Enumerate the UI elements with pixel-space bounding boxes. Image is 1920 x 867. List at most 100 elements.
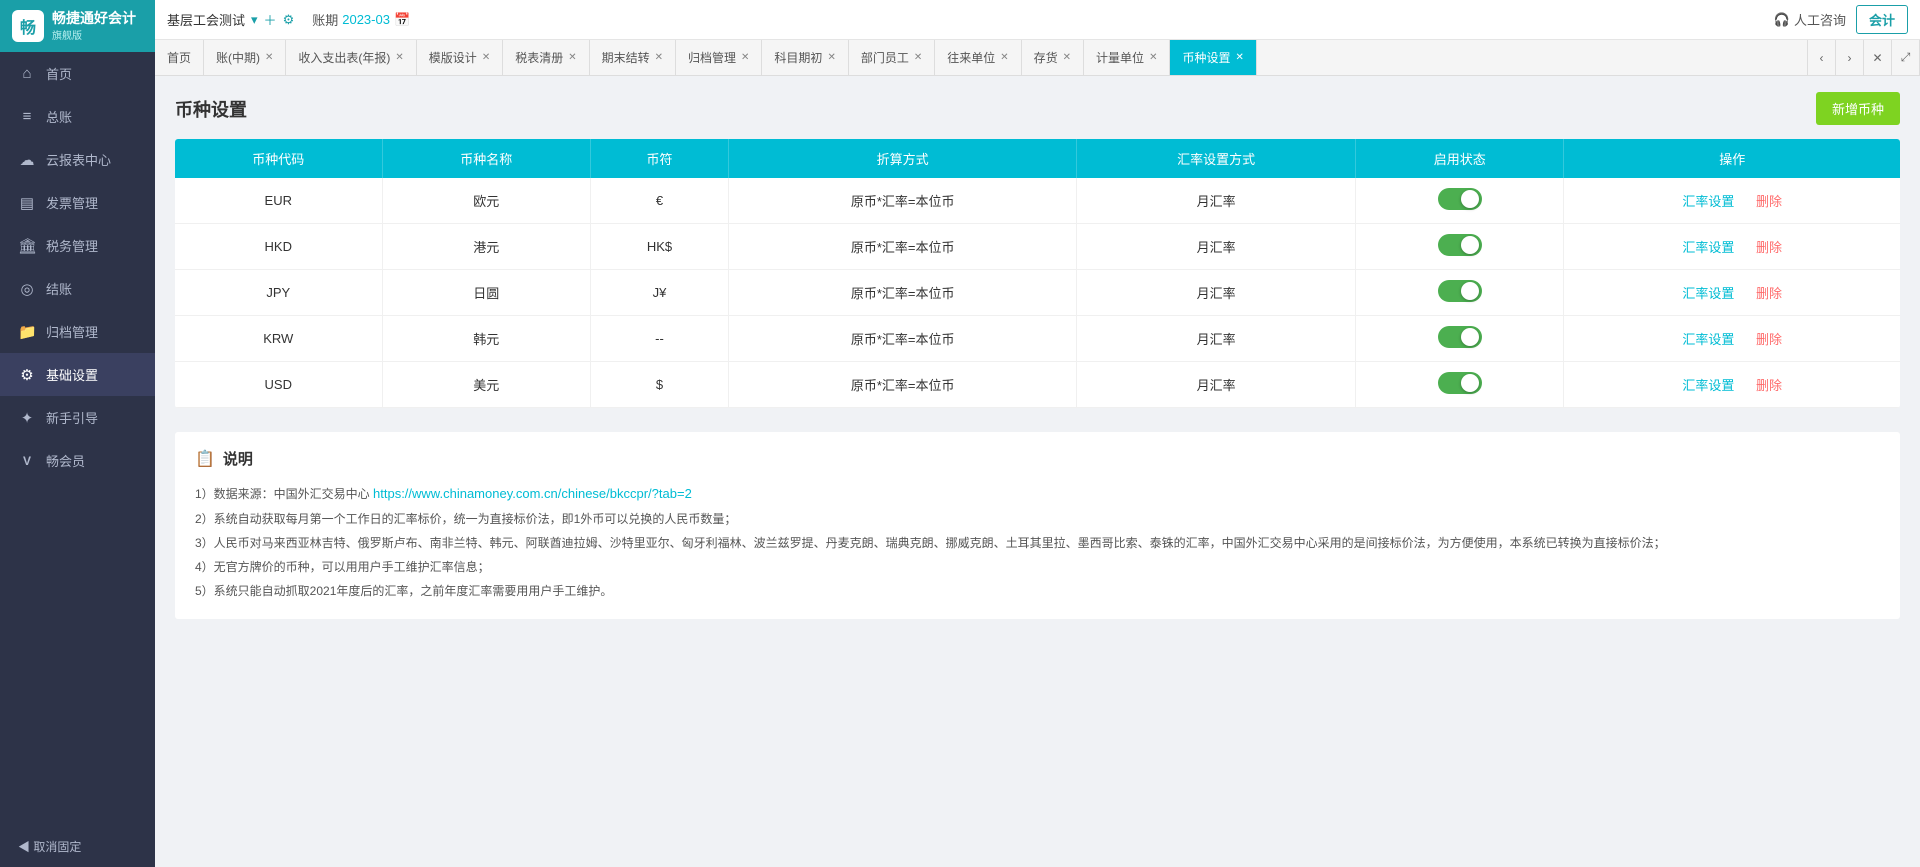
- rate-setting-btn-1[interactable]: 汇率设置: [1682, 240, 1734, 255]
- settings-icon[interactable]: ⚙: [283, 12, 295, 28]
- sidebar-item-archive[interactable]: 📁 归档管理: [0, 310, 155, 353]
- rate-setting-btn-4[interactable]: 汇率设置: [1682, 378, 1734, 393]
- toggle-0[interactable]: [1438, 188, 1482, 210]
- rate-setting-btn-2[interactable]: 汇率设置: [1682, 286, 1734, 301]
- tab-prev-btn[interactable]: ‹: [1808, 40, 1836, 76]
- tab-template-label: 模版设计: [429, 49, 477, 66]
- account-btn[interactable]: 会计: [1856, 5, 1908, 34]
- tab-archive-close[interactable]: ✕: [741, 52, 749, 63]
- tab-next-btn[interactable]: ›: [1836, 40, 1864, 76]
- sidebar-item-settle[interactable]: ◎ 结账: [0, 267, 155, 310]
- delete-btn-0[interactable]: 删除: [1756, 194, 1782, 209]
- tab-expand-btn[interactable]: ⤢: [1892, 40, 1920, 76]
- tab-unit[interactable]: 计量单位 ✕: [1084, 40, 1170, 76]
- tab-period-end-close[interactable]: ✕: [655, 52, 663, 63]
- page-title: 币种设置: [175, 96, 247, 122]
- dropdown-icon[interactable]: ▾: [251, 12, 258, 28]
- sidebar-item-home[interactable]: ⌂ 首页: [0, 52, 155, 95]
- tabbar-nav: ‹ › ✕ ⤢: [1807, 40, 1920, 76]
- cell-name-0: 欧元: [382, 178, 590, 224]
- tab-home[interactable]: 首页: [155, 40, 204, 76]
- tab-inventory[interactable]: 存货 ✕: [1022, 40, 1084, 76]
- rate-setting-btn-0[interactable]: 汇率设置: [1682, 194, 1734, 209]
- sidebar-item-guide[interactable]: ✦ 新手引导: [0, 396, 155, 439]
- add-icon[interactable]: ＋: [264, 10, 277, 29]
- tab-close-all-btn[interactable]: ✕: [1864, 40, 1892, 76]
- cell-toggle-3[interactable]: [1356, 316, 1564, 362]
- table-row: KRW 韩元 -- 原币*汇率=本位币 月汇率 汇率设置 删除: [175, 316, 1900, 362]
- new-currency-btn[interactable]: 新增币种: [1816, 92, 1900, 125]
- calendar-icon[interactable]: 📅: [394, 12, 410, 28]
- tab-annual-report[interactable]: 收入支出表(年报) ✕: [286, 40, 416, 76]
- tab-contacts-close[interactable]: ✕: [1000, 52, 1008, 63]
- tab-inventory-close[interactable]: ✕: [1063, 52, 1071, 63]
- delete-btn-4[interactable]: 删除: [1756, 378, 1782, 393]
- toggle-track-4[interactable]: [1438, 372, 1482, 394]
- toggle-2[interactable]: [1438, 280, 1482, 302]
- period-label: 账期: [312, 10, 338, 29]
- tab-period-end[interactable]: 期末结转 ✕: [590, 40, 676, 76]
- toggle-track-2[interactable]: [1438, 280, 1482, 302]
- service-label: 人工咨询: [1794, 10, 1846, 29]
- delete-btn-1[interactable]: 删除: [1756, 240, 1782, 255]
- table-row: HKD 港元 HK$ 原币*汇率=本位币 月汇率 汇率设置 删除: [175, 224, 1900, 270]
- tabbar: 首页 账(中期) ✕ 收入支出表(年报) ✕ 模版设计 ✕ 税表清册 ✕ 期末结…: [155, 40, 1920, 76]
- delete-btn-2[interactable]: 删除: [1756, 286, 1782, 301]
- cell-symbol-4: $: [590, 362, 728, 408]
- tab-template[interactable]: 模版设计 ✕: [417, 40, 503, 76]
- cell-code-3: KRW: [175, 316, 382, 362]
- cell-toggle-2[interactable]: [1356, 270, 1564, 316]
- tab-mid-period-close[interactable]: ✕: [265, 52, 273, 63]
- tab-inventory-label: 存货: [1034, 49, 1058, 66]
- toggle-4[interactable]: [1438, 372, 1482, 394]
- tab-department[interactable]: 部门员工 ✕: [849, 40, 935, 76]
- sidebar-item-tax[interactable]: 🏛 税务管理: [0, 224, 155, 267]
- cell-toggle-0[interactable]: [1356, 178, 1564, 224]
- cell-actions-2: 汇率设置 删除: [1564, 270, 1900, 316]
- invoice-icon: ▤: [18, 194, 36, 212]
- tab-unit-close[interactable]: ✕: [1149, 52, 1157, 63]
- notes-list: 1）数据来源：中国外汇交易中心 https://www.chinamoney.c…: [195, 481, 1880, 603]
- notes-section: 📋 说明 1）数据来源：中国外汇交易中心 https://www.chinamo…: [175, 432, 1900, 619]
- sidebar-item-invoice[interactable]: ▤ 发票管理: [0, 181, 155, 224]
- sidebar-pin-toggle[interactable]: ◀ 取消固定: [0, 826, 155, 867]
- notes-icon: 📋: [195, 449, 215, 469]
- cell-toggle-4[interactable]: [1356, 362, 1564, 408]
- vip-icon: V: [18, 454, 36, 468]
- sidebar-item-reports[interactable]: ☁ 云报表中心: [0, 138, 155, 181]
- tab-annual-report-close[interactable]: ✕: [395, 52, 403, 63]
- rate-setting-btn-3[interactable]: 汇率设置: [1682, 332, 1734, 347]
- tab-archive[interactable]: 归档管理 ✕: [676, 40, 762, 76]
- sidebar-label-settle: 结账: [46, 279, 72, 298]
- toggle-track-1[interactable]: [1438, 234, 1482, 256]
- tab-currency-close[interactable]: ✕: [1235, 52, 1243, 63]
- tab-template-close[interactable]: ✕: [482, 52, 490, 63]
- cell-calc-2: 原币*汇率=本位币: [729, 270, 1077, 316]
- sidebar-item-basic[interactable]: ⚙ 基础设置: [0, 353, 155, 396]
- col-symbol: 币符: [590, 139, 728, 178]
- toggle-1[interactable]: [1438, 234, 1482, 256]
- tab-subject-init[interactable]: 科目期初 ✕: [762, 40, 848, 76]
- chinamoney-link[interactable]: https://www.chinamoney.com.cn/chinese/bk…: [373, 486, 692, 501]
- toggle-3[interactable]: [1438, 326, 1482, 348]
- note-item-1: 2）系统自动获取每月第一个工作日的汇率标价，统一为直接标价法，即1外币可以兑换的…: [195, 507, 1880, 531]
- cell-toggle-1[interactable]: [1356, 224, 1564, 270]
- sidebar-item-vip[interactable]: V 畅会员: [0, 439, 155, 482]
- tab-subject-init-close[interactable]: ✕: [827, 52, 835, 63]
- tab-mid-period[interactable]: 账(中期) ✕: [204, 40, 286, 76]
- delete-btn-3[interactable]: 删除: [1756, 332, 1782, 347]
- cell-actions-3: 汇率设置 删除: [1564, 316, 1900, 362]
- app-name-block: 畅捷通好会计 旗舰版: [52, 10, 136, 42]
- toggle-track-0[interactable]: [1438, 188, 1482, 210]
- tab-department-close[interactable]: ✕: [914, 52, 922, 63]
- cell-actions-0: 汇率设置 删除: [1564, 178, 1900, 224]
- tab-tax-table-close[interactable]: ✕: [568, 52, 576, 63]
- sidebar-item-ledger[interactable]: ≡ 总账: [0, 95, 155, 138]
- tab-tax-table[interactable]: 税表清册 ✕: [503, 40, 589, 76]
- service-btn[interactable]: 🎧 人工咨询: [1774, 10, 1846, 29]
- sidebar-label-archive: 归档管理: [46, 322, 98, 341]
- tab-currency[interactable]: 币种设置 ✕: [1170, 40, 1256, 76]
- tab-contacts[interactable]: 往来单位 ✕: [935, 40, 1021, 76]
- company-name: 基层工会测试: [167, 10, 245, 29]
- toggle-track-3[interactable]: [1438, 326, 1482, 348]
